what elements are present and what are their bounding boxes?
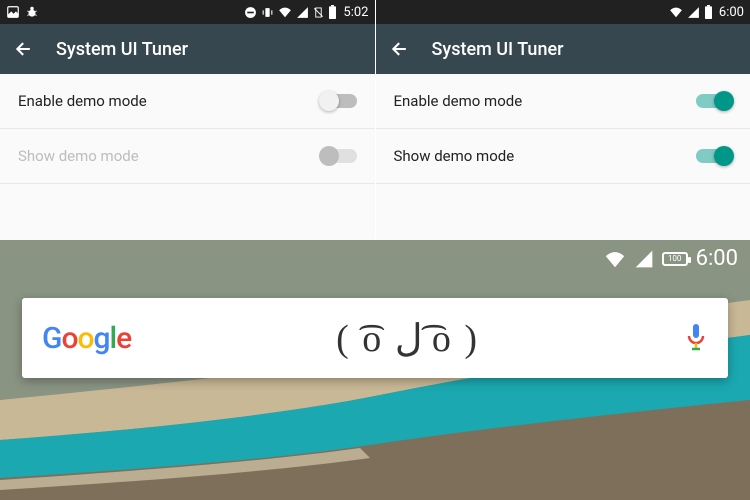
- app-bar-title: System UI Tuner: [432, 39, 564, 60]
- homescreen: 100 6:00 Google ( ͡o ل ͡o ): [0, 240, 750, 500]
- app-bar-title: System UI Tuner: [56, 39, 188, 60]
- row-label: Show demo mode: [394, 147, 515, 165]
- battery-badge: 100: [662, 252, 688, 266]
- row-label: Enable demo mode: [18, 92, 147, 110]
- toggle-show-demo: [321, 149, 357, 163]
- signal-icon: [296, 6, 309, 19]
- settings-list-right: Enable demo mode Show demo mode: [376, 74, 750, 240]
- battery-icon: [328, 5, 337, 19]
- row-enable-demo[interactable]: Enable demo mode: [376, 74, 750, 129]
- panel-right: 6:00 System UI Tuner Enable demo mode Sh…: [376, 0, 750, 240]
- wifi-icon: [278, 5, 292, 19]
- app-bar-left: System UI Tuner: [0, 24, 375, 74]
- back-icon[interactable]: [390, 39, 410, 59]
- row-label: Enable demo mode: [394, 92, 523, 110]
- app-bar-right: System UI Tuner: [376, 24, 750, 74]
- status-bar-left: 5:02: [0, 0, 375, 24]
- row-show-demo: Show demo mode: [0, 129, 375, 184]
- bug-icon: [25, 5, 39, 19]
- status-time-right: 6:00: [719, 5, 744, 20]
- google-logo: Google: [42, 321, 131, 356]
- homescreen-time: 6:00: [696, 246, 738, 271]
- status-time-left: 5:02: [343, 5, 368, 20]
- row-enable-demo[interactable]: Enable demo mode: [0, 74, 375, 129]
- no-sim-icon: [313, 6, 324, 19]
- panel-left: 5:02 System UI Tuner Enable demo mode Sh…: [0, 0, 376, 240]
- back-icon[interactable]: [14, 39, 34, 59]
- toggle-enable-demo[interactable]: [696, 94, 732, 108]
- signal-icon: [634, 249, 654, 269]
- image-icon: [6, 5, 20, 19]
- wifi-icon: [604, 248, 626, 270]
- search-content: ( ͡o ل ͡o ): [131, 316, 684, 361]
- row-show-demo[interactable]: Show demo mode: [376, 129, 750, 184]
- settings-list-left: Enable demo mode Show demo mode: [0, 74, 375, 240]
- toggle-enable-demo[interactable]: [321, 94, 357, 108]
- wifi-icon: [669, 5, 683, 19]
- dnd-icon: [244, 6, 257, 19]
- toggle-show-demo[interactable]: [696, 149, 732, 163]
- row-label: Show demo mode: [18, 147, 139, 165]
- homescreen-status: 100 6:00: [604, 246, 738, 271]
- signal-icon: [687, 6, 700, 19]
- battery-icon: [704, 5, 713, 19]
- search-bar[interactable]: Google ( ͡o ل ͡o ): [22, 298, 728, 378]
- status-bar-right: 6:00: [376, 0, 750, 24]
- vibrate-icon: [261, 6, 274, 19]
- mic-icon[interactable]: [684, 322, 708, 354]
